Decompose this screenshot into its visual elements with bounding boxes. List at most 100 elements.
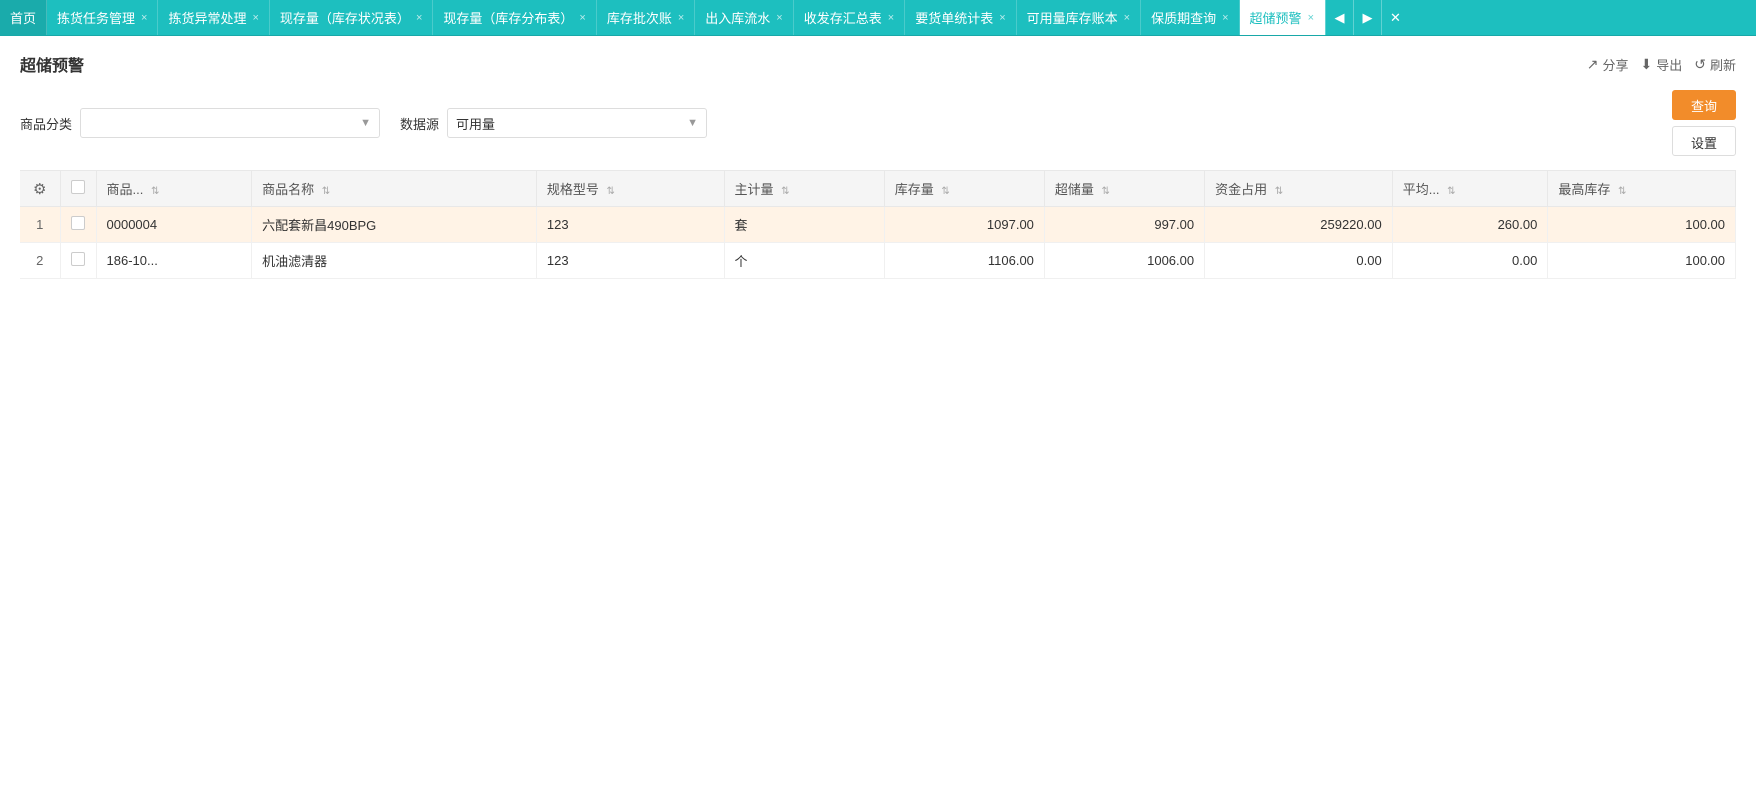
nav-close-inout-flow[interactable]: ×: [776, 12, 782, 24]
nav-close-avail-stock[interactable]: ×: [1124, 12, 1130, 24]
header-checkbox[interactable]: [71, 180, 85, 194]
table-row: 1 0000004 六配套新昌490BPG 123 套 1097.00 997.…: [20, 207, 1736, 243]
sort-icon-spec: ⇅: [607, 186, 615, 197]
row-checkbox[interactable]: [71, 216, 85, 230]
cell-row-num: 2: [20, 243, 60, 279]
col-settings: ⚙: [20, 171, 60, 207]
cell-avg: 0.00: [1392, 243, 1548, 279]
nav-close-order-stats[interactable]: ×: [999, 12, 1005, 24]
nav-item-stock-dist[interactable]: 现存量（库存分布表） ×: [433, 0, 596, 35]
nav-close-exception[interactable]: ×: [252, 12, 258, 24]
refresh-label: 刷新: [1710, 55, 1736, 74]
nav-close-task-mgmt[interactable]: ×: [141, 12, 147, 24]
cell-spec: 123: [536, 207, 724, 243]
export-button[interactable]: ⬇ 导出: [1641, 55, 1683, 74]
col-spec[interactable]: 规格型号 ⇅: [536, 171, 724, 207]
row-checkbox[interactable]: [71, 252, 85, 266]
nav-item-exception[interactable]: 拣货异常处理 ×: [158, 0, 269, 35]
category-label: 商品分类: [20, 114, 72, 133]
nav-label-stock-dist: 现存量（库存分布表）: [443, 8, 573, 27]
datasource-select[interactable]: 可用量 ▼: [447, 108, 707, 138]
share-button[interactable]: ↗ 分享: [1587, 55, 1629, 74]
nav-item-inout-flow[interactable]: 出入库流水 ×: [695, 0, 793, 35]
nav-item-home[interactable]: 首页: [0, 0, 47, 35]
nav-item-order-stats[interactable]: 要货单统计表 ×: [905, 0, 1016, 35]
col-unit[interactable]: 主计量 ⇅: [724, 171, 884, 207]
datasource-filter-group: 数据源 可用量 ▼: [400, 108, 707, 138]
nav-label-recv-summary: 收发存汇总表: [804, 8, 882, 27]
top-navigation: 首页 拣货任务管理 × 拣货异常处理 × 现存量（库存状况表） × 现存量（库存…: [0, 0, 1756, 36]
nav-item-batch[interactable]: 库存批次账 ×: [597, 0, 695, 35]
col-capital-label: 资金占用: [1215, 182, 1267, 197]
title-actions: ↗ 分享 ⬇ 导出 ↺ 刷新: [1587, 55, 1736, 74]
nav-prev-arrow[interactable]: ◀: [1325, 0, 1353, 35]
nav-label-expiry: 保质期查询: [1151, 8, 1216, 27]
refresh-button[interactable]: ↺ 刷新: [1694, 55, 1736, 74]
datasource-chevron-icon: ▼: [687, 117, 698, 129]
col-product-code-label: 商品...: [107, 182, 144, 197]
nav-item-overstock[interactable]: 超储预警 ×: [1240, 0, 1325, 35]
nav-item-stock-status[interactable]: 现存量（库存状况表） ×: [270, 0, 433, 35]
col-max-stock-label: 最高库存: [1558, 182, 1610, 197]
nav-label-overstock: 超储预警: [1250, 8, 1302, 27]
nav-item-avail-stock[interactable]: 可用量库存账本 ×: [1017, 0, 1141, 35]
nav-next-arrow[interactable]: ▶: [1353, 0, 1381, 35]
nav-item-recv-summary[interactable]: 收发存汇总表 ×: [794, 0, 905, 35]
sort-icon-product-code: ⇅: [151, 186, 159, 197]
nav-label-avail-stock: 可用量库存账本: [1027, 8, 1118, 27]
nav-close-stock-status[interactable]: ×: [416, 12, 422, 24]
col-stock-label: 库存量: [895, 182, 934, 197]
cell-overstock: 1006.00: [1044, 243, 1204, 279]
nav-close-recv-summary[interactable]: ×: [888, 12, 894, 24]
col-product-name-label: 商品名称: [262, 182, 314, 197]
nav-label-task-mgmt: 拣货任务管理: [57, 8, 135, 27]
col-overstock[interactable]: 超储量 ⇅: [1044, 171, 1204, 207]
col-avg[interactable]: 平均... ⇅: [1392, 171, 1548, 207]
page-title: 超储预警: [20, 52, 84, 76]
nav-label-inout-flow: 出入库流水: [705, 8, 770, 27]
table-row: 2 186-10... 机油滤清器 123 个 1106.00 1006.00 …: [20, 243, 1736, 279]
filter-bar: 商品分类 ▼ 数据源 可用量 ▼ 查询 设置: [20, 90, 1736, 156]
settings-button[interactable]: 设置: [1672, 126, 1736, 156]
share-label: 分享: [1602, 55, 1628, 74]
cell-product-code: 0000004: [96, 207, 252, 243]
cell-row-num: 1: [20, 207, 60, 243]
nav-label-order-stats: 要货单统计表: [915, 8, 993, 27]
export-icon: ⬇: [1641, 56, 1653, 73]
settings-gear-icon[interactable]: ⚙: [33, 180, 46, 198]
cell-stock: 1097.00: [884, 207, 1044, 243]
cell-stock: 1106.00: [884, 243, 1044, 279]
nav-close-batch[interactable]: ×: [678, 12, 684, 24]
category-chevron-icon: ▼: [360, 117, 371, 129]
action-buttons: 查询 设置: [1672, 90, 1736, 156]
sort-icon-stock: ⇅: [941, 186, 949, 197]
datasource-label: 数据源: [400, 114, 439, 133]
cell-unit: 个: [724, 243, 884, 279]
col-stock[interactable]: 库存量 ⇅: [884, 171, 1044, 207]
nav-close-stock-dist[interactable]: ×: [579, 12, 585, 24]
cell-overstock: 997.00: [1044, 207, 1204, 243]
nav-close-all-arrow[interactable]: ✕: [1381, 0, 1409, 35]
nav-label-home: 首页: [10, 8, 36, 27]
nav-close-overstock[interactable]: ×: [1308, 12, 1314, 24]
page-title-bar: 超储预警 ↗ 分享 ⬇ 导出 ↺ 刷新: [20, 52, 1736, 76]
nav-label-exception: 拣货异常处理: [168, 8, 246, 27]
col-product-code[interactable]: 商品... ⇅: [96, 171, 252, 207]
col-capital[interactable]: 资金占用 ⇅: [1205, 171, 1393, 207]
cell-checkbox: [60, 207, 96, 243]
nav-item-task-mgmt[interactable]: 拣货任务管理 ×: [47, 0, 158, 35]
col-product-name[interactable]: 商品名称 ⇅: [252, 171, 537, 207]
col-max-stock[interactable]: 最高库存 ⇅: [1548, 171, 1736, 207]
query-button[interactable]: 查询: [1672, 90, 1736, 120]
nav-label-batch: 库存批次账: [607, 8, 672, 27]
cell-product-name: 机油滤清器: [252, 243, 537, 279]
data-table: ⚙ 商品... ⇅ 商品名称 ⇅ 规格型号 ⇅ 主计量: [20, 170, 1736, 279]
nav-close-expiry[interactable]: ×: [1222, 12, 1228, 24]
cell-checkbox: [60, 243, 96, 279]
col-avg-label: 平均...: [1403, 182, 1440, 197]
cell-unit: 套: [724, 207, 884, 243]
cell-max-stock: 100.00: [1548, 243, 1736, 279]
nav-item-expiry[interactable]: 保质期查询 ×: [1141, 0, 1239, 35]
nav-label-stock-status: 现存量（库存状况表）: [280, 8, 410, 27]
category-select[interactable]: ▼: [80, 108, 380, 138]
